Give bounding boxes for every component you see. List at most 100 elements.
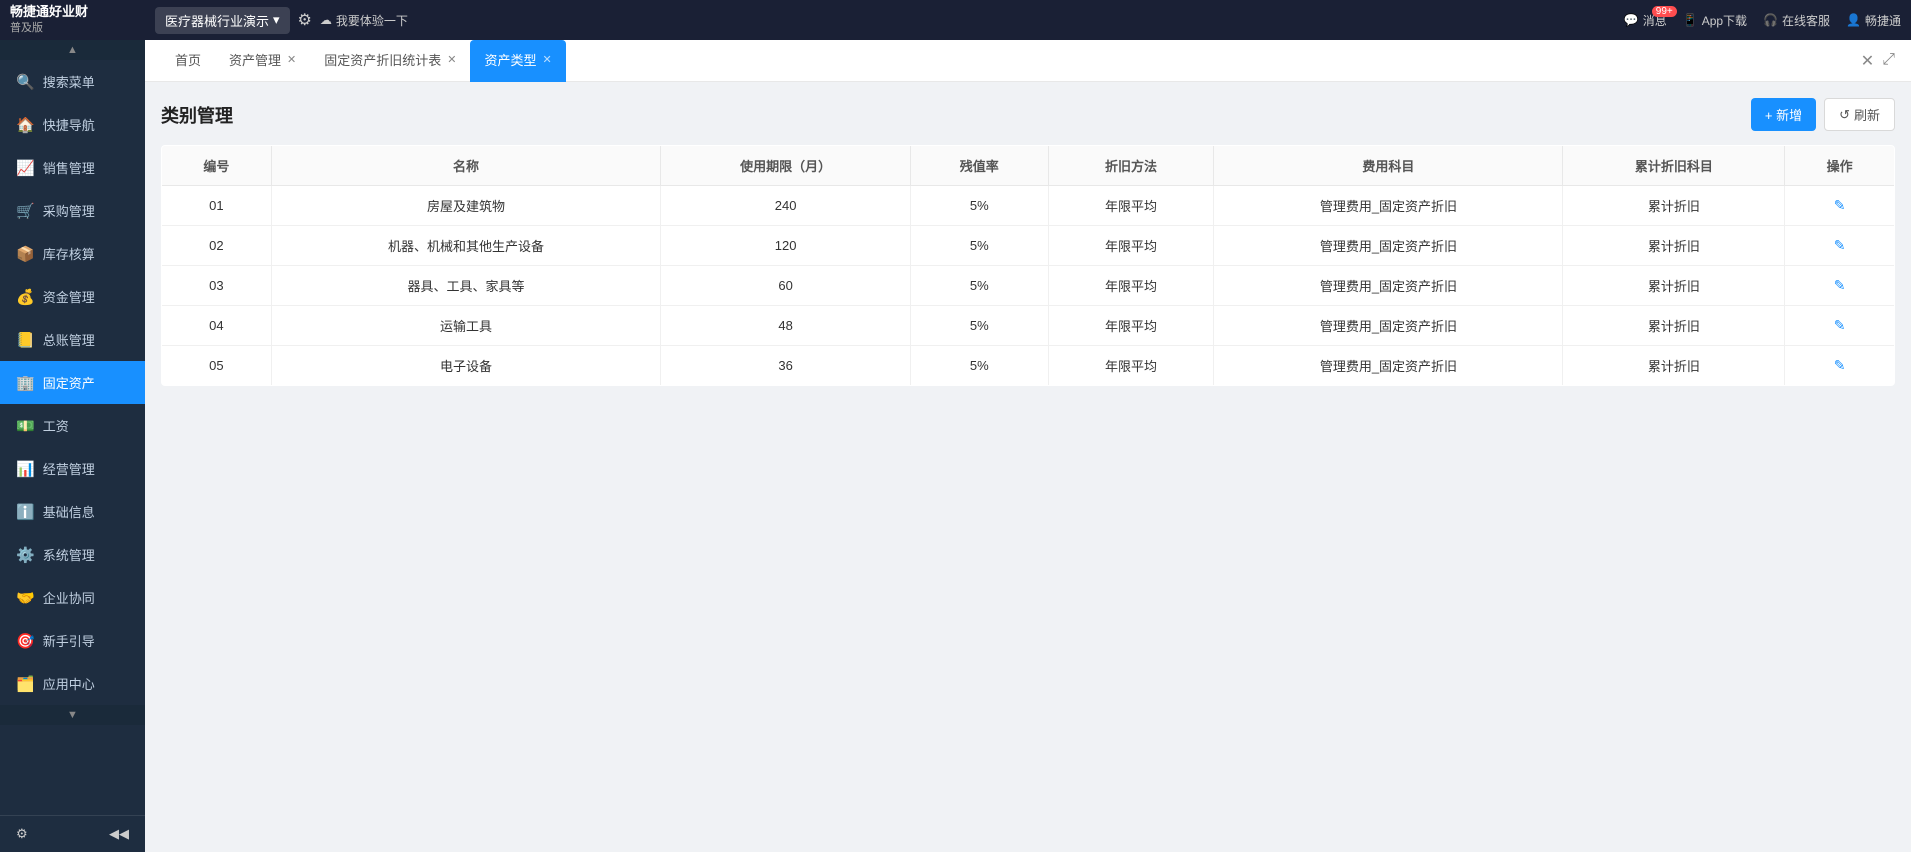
cell-residual-2: 5% [910, 266, 1048, 306]
demo-dropdown[interactable]: 医疗器械行业演示 ▾ [155, 7, 290, 34]
edit-icon-3[interactable]: ✎ [1834, 317, 1846, 333]
sidebar-item-fixed-assets[interactable]: 🏢 固定资产 [0, 361, 145, 404]
cell-expense-2: 管理费用_固定资产折旧 [1214, 266, 1563, 306]
table-row: 04 运输工具 48 5% 年限平均 管理费用_固定资产折旧 累计折旧 ✎ [162, 306, 1895, 346]
app-download-label: App下载 [1702, 12, 1747, 29]
tab-asset-mgmt[interactable]: 资产管理 ✕ [215, 40, 310, 82]
sidebar-item-quick-nav[interactable]: 🏠 快捷导航 [0, 103, 145, 146]
tab-depreciation-table[interactable]: 固定资产折旧统计表 ✕ [310, 40, 470, 82]
sidebar-item-purchase[interactable]: 🛒 采购管理 [0, 189, 145, 232]
cell-action-3[interactable]: ✎ [1785, 306, 1895, 346]
sidebar-item-ledger[interactable]: 📒 总账管理 [0, 318, 145, 361]
sidebar-label-sales: 销售管理 [43, 158, 95, 177]
app-center-icon: 🗂️ [16, 675, 35, 693]
message-button[interactable]: 💬 消息 99+ [1624, 12, 1667, 29]
cell-action-0[interactable]: ✎ [1785, 186, 1895, 226]
sidebar-item-guide[interactable]: 🎯 新手引导 [0, 619, 145, 662]
tab-close-window-icon[interactable]: ✕ [1861, 51, 1874, 71]
cell-duration-4: 36 [661, 346, 911, 386]
sidebar-label-operation: 经营管理 [43, 459, 95, 478]
sidebar-label-fixed-assets: 固定资产 [43, 373, 95, 392]
tab-depreciation-close[interactable]: ✕ [447, 53, 456, 66]
cell-accumulated-2: 累计折旧 [1563, 266, 1785, 306]
sidebar-item-capital[interactable]: 💰 资金管理 [0, 275, 145, 318]
table-row: 02 机器、机械和其他生产设备 120 5% 年限平均 管理费用_固定资产折旧 … [162, 226, 1895, 266]
cell-id-2[interactable]: 03 [162, 266, 272, 306]
cell-method-4: 年限平均 [1048, 346, 1214, 386]
tab-asset-type[interactable]: 资产类型 ✕ [470, 40, 565, 82]
cell-id-0[interactable]: 01 [162, 186, 272, 226]
sidebar-scroll-down[interactable]: ▼ [0, 705, 145, 725]
app-name: 畅捷通好业财 [10, 4, 155, 21]
cell-action-2[interactable]: ✎ [1785, 266, 1895, 306]
col-header-duration: 使用期限（月） [661, 146, 911, 186]
cell-accumulated-4: 累计折旧 [1563, 346, 1785, 386]
message-badge: 99+ [1652, 6, 1677, 17]
sidebar-item-inventory[interactable]: 📦 库存核算 [0, 232, 145, 275]
cell-id-1[interactable]: 02 [162, 226, 272, 266]
sidebar: ▲ 🔍 搜索菜单 🏠 快捷导航 📈 销售管理 🛒 采购管理 📦 库存核算 💰 资… [0, 40, 145, 852]
cell-expense-4: 管理费用_固定资产折旧 [1214, 346, 1563, 386]
sidebar-item-operation[interactable]: 📊 经营管理 [0, 447, 145, 490]
topbar-center: 医疗器械行业演示 ▾ ⚙ ☁ 我要体验一下 [155, 7, 1624, 34]
user-icon: 👤 [1846, 13, 1861, 27]
cell-residual-4: 5% [910, 346, 1048, 386]
cell-method-3: 年限平均 [1048, 306, 1214, 346]
experience-button[interactable]: ☁ 我要体验一下 [320, 12, 408, 29]
sidebar-label-quick-nav: 快捷导航 [43, 115, 95, 134]
new-button[interactable]: + 新增 [1751, 98, 1816, 131]
edit-icon-2[interactable]: ✎ [1834, 277, 1846, 293]
purchase-icon: 🛒 [16, 202, 35, 220]
tab-asset-mgmt-close[interactable]: ✕ [287, 53, 296, 66]
user-label: 畅捷通 [1865, 12, 1901, 29]
sidebar-item-enterprise[interactable]: 🤝 企业协同 [0, 576, 145, 619]
app-download-button[interactable]: 📱 App下载 [1683, 12, 1747, 29]
sidebar-item-system[interactable]: ⚙️ 系统管理 [0, 533, 145, 576]
cell-duration-3: 48 [661, 306, 911, 346]
sidebar-item-search[interactable]: 🔍 搜索菜单 [0, 60, 145, 103]
cell-action-4[interactable]: ✎ [1785, 346, 1895, 386]
sidebar-item-basic-info[interactable]: ℹ️ 基础信息 [0, 490, 145, 533]
cell-action-1[interactable]: ✎ [1785, 226, 1895, 266]
sidebar-label-guide: 新手引导 [43, 631, 95, 650]
sidebar-item-sales[interactable]: 📈 销售管理 [0, 146, 145, 189]
sidebar-item-payroll[interactable]: 💵 工资 [0, 404, 145, 447]
cell-expense-1: 管理费用_固定资产折旧 [1214, 226, 1563, 266]
online-service-button[interactable]: 🎧 在线客服 [1763, 12, 1830, 29]
tab-expand-icon[interactable]: ⤢ [1882, 51, 1895, 71]
edit-icon-0[interactable]: ✎ [1834, 197, 1846, 213]
cell-id-3[interactable]: 04 [162, 306, 272, 346]
online-service-label: 在线客服 [1782, 12, 1830, 29]
tab-home[interactable]: 首页 [161, 40, 215, 82]
inventory-icon: 📦 [16, 245, 35, 263]
refresh-label: 刷新 [1854, 105, 1880, 124]
cell-name-4: 电子设备 [271, 346, 661, 386]
refresh-icon: ↺ [1839, 107, 1850, 123]
data-table: 编号 名称 使用期限（月） 残值率 折旧方法 费用科目 累计折旧科目 操作 01… [161, 145, 1895, 386]
edit-icon-1[interactable]: ✎ [1834, 237, 1846, 253]
topbar: 畅捷通好业财 普及版 医疗器械行业演示 ▾ ⚙ ☁ 我要体验一下 💬 消息 99… [0, 0, 1911, 40]
user-button[interactable]: 👤 畅捷通 [1846, 12, 1901, 29]
sidebar-label-enterprise: 企业协同 [43, 588, 95, 607]
tab-bar: 首页 资产管理 ✕ 固定资产折旧统计表 ✕ 资产类型 ✕ ✕ ⤢ [145, 40, 1911, 82]
cell-id-4[interactable]: 05 [162, 346, 272, 386]
chevron-down-icon: ▾ [273, 12, 280, 28]
refresh-button[interactable]: ↺ 刷新 [1824, 98, 1895, 131]
edit-icon-4[interactable]: ✎ [1834, 357, 1846, 373]
sidebar-item-app-center[interactable]: 🗂️ 应用中心 [0, 662, 145, 705]
cell-name-2: 器具、工具、家具等 [271, 266, 661, 306]
payroll-icon: 💵 [16, 417, 35, 435]
system-icon: ⚙️ [16, 546, 35, 564]
col-header-residual: 残值率 [910, 146, 1048, 186]
sidebar-collapse-icon[interactable]: ◀◀ [109, 826, 129, 842]
sidebar-settings-icon[interactable]: ⚙ [16, 826, 28, 842]
enterprise-icon: 🤝 [16, 589, 35, 607]
cell-accumulated-3: 累计折旧 [1563, 306, 1785, 346]
col-header-name: 名称 [271, 146, 661, 186]
settings-icon[interactable]: ⚙ [298, 10, 312, 30]
sidebar-scroll-up[interactable]: ▲ [0, 40, 145, 60]
table-row: 03 器具、工具、家具等 60 5% 年限平均 管理费用_固定资产折旧 累计折旧… [162, 266, 1895, 306]
cell-duration-0: 240 [661, 186, 911, 226]
page-content: 类别管理 + 新增 ↺ 刷新 编号 名称 使用期限（月） 残值率 [145, 82, 1911, 852]
tab-asset-type-close[interactable]: ✕ [543, 53, 552, 66]
